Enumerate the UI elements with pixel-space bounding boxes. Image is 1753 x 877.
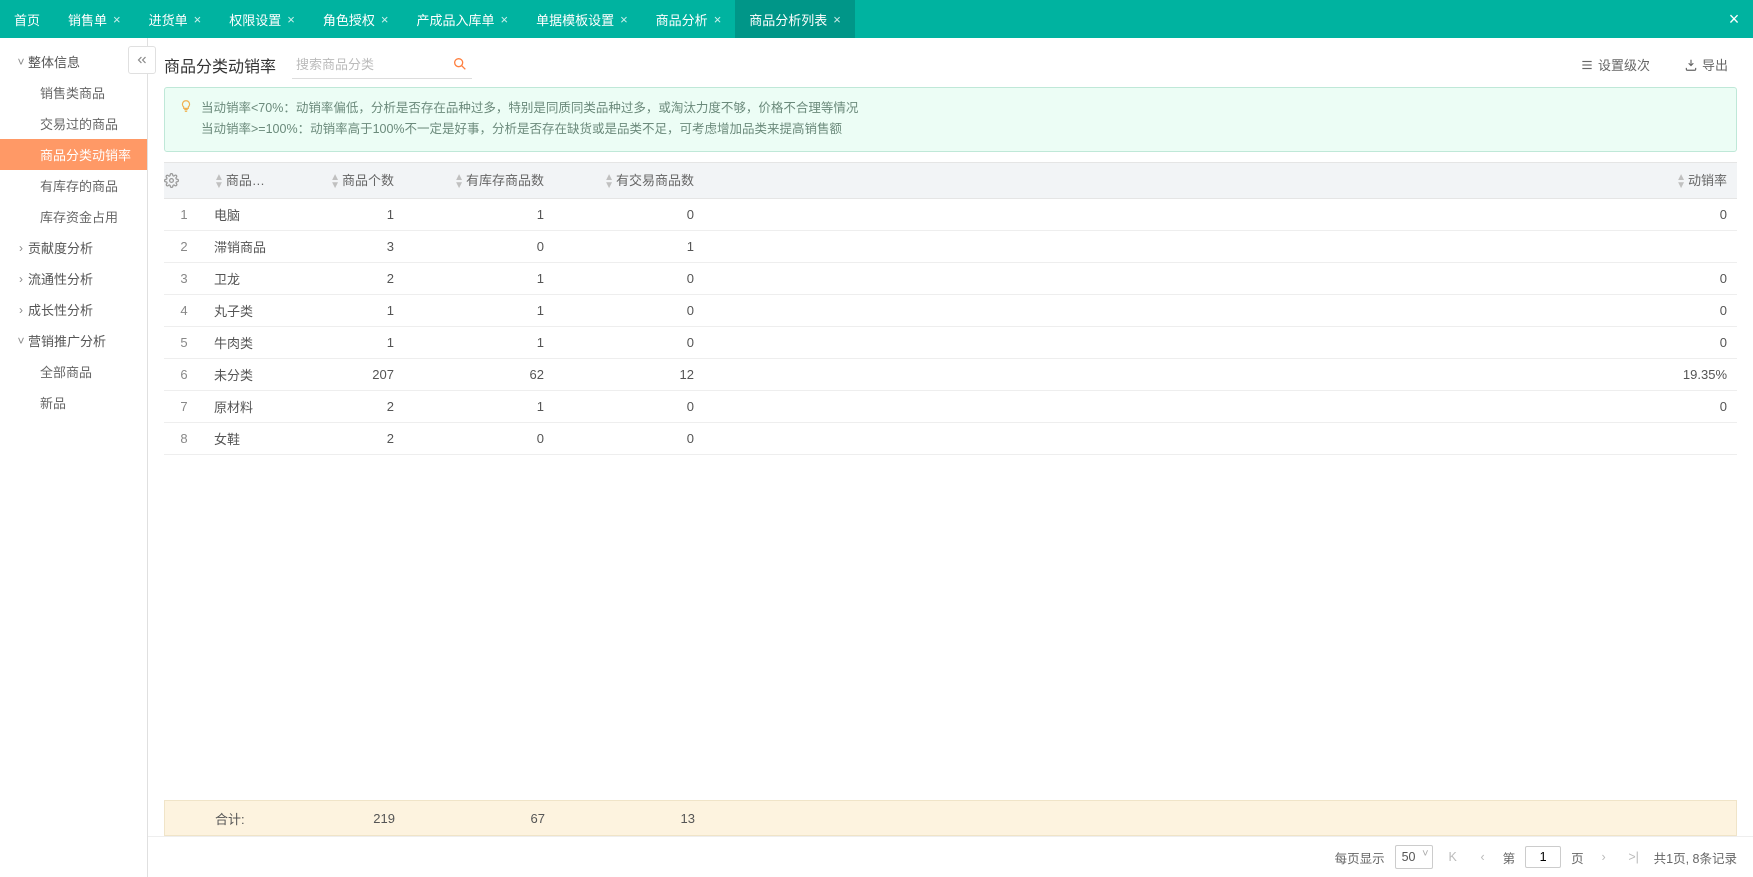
- chevron-down-icon: ˅: [14, 334, 28, 348]
- list-icon: [1580, 58, 1594, 72]
- pagination: 每页显示 50 K ‹ 第 页 › >| 共1页, 8条记录: [148, 836, 1753, 877]
- sidebar: ˅整体信息销售类商品交易过的商品商品分类动销率有库存的商品库存资金占用›贡献度分…: [0, 38, 148, 877]
- table-row[interactable]: 5牛肉类1100: [164, 327, 1737, 359]
- col-category[interactable]: ▲▼商品…: [204, 163, 294, 199]
- page-header: 商品分类动销率 设置级次 导出: [148, 38, 1753, 87]
- sidebar-item-全部商品[interactable]: 全部商品: [0, 356, 147, 387]
- col-trade[interactable]: ▲▼有交易商品数: [554, 163, 704, 199]
- table-row[interactable]: 4丸子类1100: [164, 295, 1737, 327]
- per-page-select[interactable]: 50: [1395, 845, 1433, 869]
- hint-line-1: 当动销率<70%：动销率偏低，分析是否存在品种过多，特别是同质同类品种过多，或淘…: [201, 98, 858, 119]
- gear-icon: [164, 173, 204, 188]
- column-settings[interactable]: [164, 163, 204, 199]
- sidebar-group-流通性分析[interactable]: ›流通性分析: [0, 263, 147, 294]
- table-row[interactable]: 7原材料2100: [164, 391, 1737, 423]
- sidebar-item-交易过的商品[interactable]: 交易过的商品: [0, 108, 147, 139]
- search-input[interactable]: [292, 51, 472, 79]
- page-next-button[interactable]: ›: [1594, 847, 1614, 867]
- chevron-down-icon: ˅: [14, 55, 28, 69]
- chevron-right-icon: ›: [14, 241, 28, 255]
- export-icon: [1684, 58, 1698, 72]
- tab-角色授权[interactable]: 角色授权×: [309, 0, 403, 38]
- tab-close-icon[interactable]: ×: [194, 12, 202, 27]
- sidebar-item-商品分类动销率[interactable]: 商品分类动销率: [0, 139, 147, 170]
- sort-icon: ▲▼: [330, 174, 340, 190]
- export-button[interactable]: 导出: [1675, 50, 1737, 79]
- tab-close-icon[interactable]: ×: [833, 12, 841, 27]
- tab-close-icon[interactable]: ×: [500, 12, 508, 27]
- sidebar-group-贡献度分析[interactable]: ›贡献度分析: [0, 232, 147, 263]
- page-summary: 共1页, 8条记录: [1654, 848, 1737, 867]
- page-number-input[interactable]: [1525, 846, 1561, 868]
- totals-count: 219: [295, 811, 405, 826]
- chevron-right-icon: ›: [14, 303, 28, 317]
- page-first-button[interactable]: K: [1443, 847, 1463, 867]
- table-row[interactable]: 3卫龙2100: [164, 263, 1737, 295]
- tab-进货单[interactable]: 进货单×: [135, 0, 216, 38]
- sort-icon: ▲▼: [1676, 174, 1686, 190]
- chevron-left-double-icon: [135, 53, 149, 67]
- table-row[interactable]: 8女鞋200: [164, 423, 1737, 455]
- tab-产成品入库单[interactable]: 产成品入库单×: [402, 0, 522, 38]
- sort-icon: ▲▼: [454, 174, 464, 190]
- tab-单据模板设置[interactable]: 单据模板设置×: [522, 0, 642, 38]
- page-label-b: 页: [1571, 848, 1584, 867]
- table-row[interactable]: 1电脑1100: [164, 199, 1737, 231]
- search-icon[interactable]: [452, 56, 468, 72]
- tab-close-icon[interactable]: ×: [287, 12, 295, 27]
- sidebar-item-有库存的商品[interactable]: 有库存的商品: [0, 170, 147, 201]
- table-row[interactable]: 2滞销商品301: [164, 231, 1737, 263]
- page-title: 商品分类动销率: [164, 53, 276, 77]
- sidebar-item-新品[interactable]: 新品: [0, 387, 147, 418]
- tab-商品分析[interactable]: 商品分析×: [642, 0, 736, 38]
- tab-close-icon[interactable]: ×: [113, 12, 121, 27]
- sort-icon: ▲▼: [214, 174, 224, 190]
- totals-trade: 13: [555, 811, 705, 826]
- sort-icon: ▲▼: [604, 174, 614, 190]
- totals-row: 合计: 219 67 13: [164, 800, 1737, 836]
- sidebar-item-库存资金占用[interactable]: 库存资金占用: [0, 201, 147, 232]
- col-count[interactable]: ▲▼商品个数: [294, 163, 404, 199]
- page-last-button[interactable]: >|: [1624, 847, 1644, 867]
- chevron-right-icon: ›: [14, 272, 28, 286]
- tab-权限设置[interactable]: 权限设置×: [215, 0, 309, 38]
- tab-商品分析列表[interactable]: 商品分析列表×: [735, 0, 855, 38]
- set-level-button[interactable]: 设置级次: [1571, 50, 1659, 79]
- tab-首页[interactable]: 首页: [0, 0, 54, 38]
- topbar-close-button[interactable]: ×: [1715, 0, 1753, 38]
- sidebar-collapse-button[interactable]: [128, 46, 156, 74]
- tab-close-icon[interactable]: ×: [620, 12, 628, 27]
- page-prev-button[interactable]: ‹: [1473, 847, 1493, 867]
- sidebar-group-成长性分析[interactable]: ›成长性分析: [0, 294, 147, 325]
- top-tab-bar: 首页销售单×进货单×权限设置×角色授权×产成品入库单×单据模板设置×商品分析×商…: [0, 0, 1753, 38]
- sidebar-group-营销推广分析[interactable]: ˅营销推广分析: [0, 325, 147, 356]
- page-label-a: 第: [1503, 848, 1516, 867]
- col-rate[interactable]: ▲▼动销率: [704, 163, 1737, 199]
- hint-line-2: 当动销率>=100%：动销率高于100%不一定是好事，分析是否存在缺货或是品类不…: [201, 119, 858, 140]
- table-row[interactable]: 6未分类207621219.35%: [164, 359, 1737, 391]
- col-stock[interactable]: ▲▼有库存商品数: [404, 163, 554, 199]
- totals-label: 合计:: [205, 809, 295, 828]
- sidebar-item-销售类商品[interactable]: 销售类商品: [0, 77, 147, 108]
- sidebar-group-整体信息[interactable]: ˅整体信息: [0, 46, 147, 77]
- per-page-label: 每页显示: [1335, 848, 1385, 867]
- hint-box: 当动销率<70%：动销率偏低，分析是否存在品种过多，特别是同质同类品种过多，或淘…: [164, 87, 1737, 152]
- tab-销售单[interactable]: 销售单×: [54, 0, 135, 38]
- lightbulb-icon: [179, 99, 193, 141]
- tab-close-icon[interactable]: ×: [714, 12, 722, 27]
- totals-stock: 67: [405, 811, 555, 826]
- data-table: ▲▼商品… ▲▼商品个数 ▲▼有库存商品数 ▲▼有交易商品数 ▲▼动销率 1电脑…: [164, 163, 1737, 456]
- tab-close-icon[interactable]: ×: [381, 12, 389, 27]
